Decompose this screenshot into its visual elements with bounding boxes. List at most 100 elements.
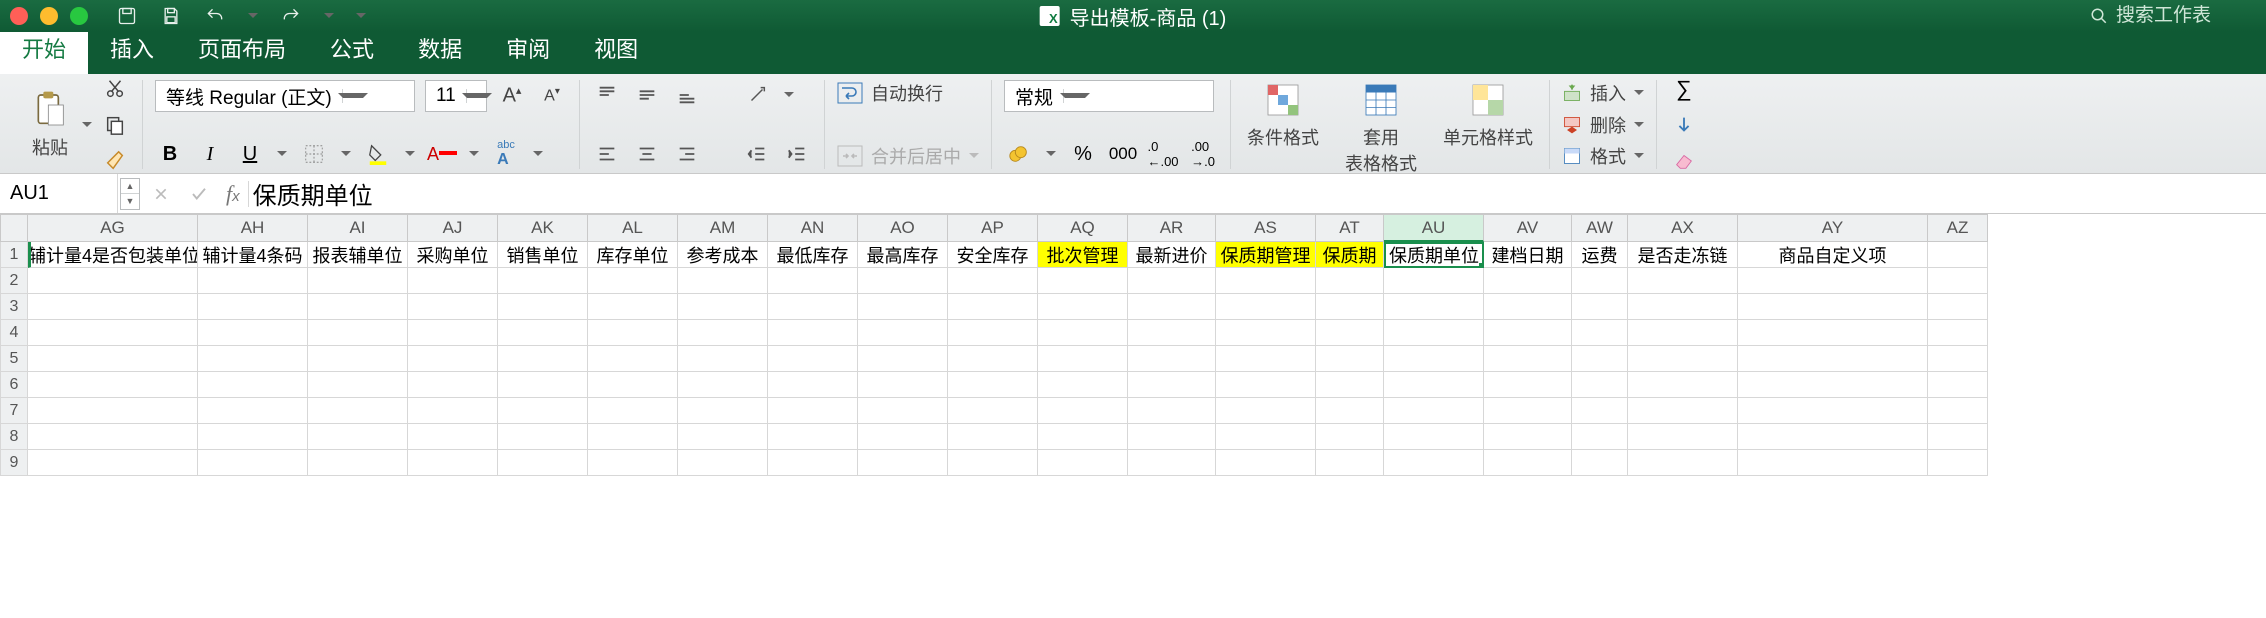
cell[interactable] xyxy=(198,268,308,294)
cell-styles-button[interactable]: 单元格样式 xyxy=(1439,80,1537,150)
bold-button[interactable]: B xyxy=(155,139,185,169)
undo-icon[interactable] xyxy=(204,5,226,27)
paste-dropdown[interactable] xyxy=(80,110,94,140)
column-header[interactable]: AS xyxy=(1216,214,1316,242)
cell[interactable]: 保质期 xyxy=(1316,242,1384,268)
cell[interactable] xyxy=(948,372,1038,398)
cell[interactable] xyxy=(1628,294,1738,320)
cell[interactable] xyxy=(858,398,948,424)
cell[interactable] xyxy=(408,294,498,320)
cell[interactable] xyxy=(28,450,198,476)
cell[interactable] xyxy=(1216,450,1316,476)
cell[interactable] xyxy=(1216,268,1316,294)
cell[interactable] xyxy=(198,346,308,372)
cell[interactable] xyxy=(1038,424,1128,450)
cell[interactable] xyxy=(948,320,1038,346)
cell[interactable] xyxy=(1128,294,1216,320)
orientation-dropdown[interactable] xyxy=(782,80,796,110)
insert-cells-button[interactable]: 插入 xyxy=(1562,80,1644,106)
cell[interactable] xyxy=(768,424,858,450)
align-middle-button[interactable] xyxy=(632,80,662,110)
row-header[interactable]: 5 xyxy=(0,346,28,372)
cell[interactable] xyxy=(1928,320,1988,346)
increase-font-button[interactable]: A▴ xyxy=(497,81,527,111)
merge-center-button[interactable]: 合并后居中 xyxy=(837,143,979,169)
underline-button[interactable]: U xyxy=(235,139,265,169)
cell[interactable] xyxy=(678,320,768,346)
cell[interactable] xyxy=(1484,320,1572,346)
cell[interactable] xyxy=(1038,320,1128,346)
cell[interactable] xyxy=(1928,268,1988,294)
align-left-button[interactable] xyxy=(592,139,622,169)
cell[interactable] xyxy=(1572,372,1628,398)
cell[interactable]: 最高库存 xyxy=(858,242,948,268)
cell[interactable] xyxy=(948,450,1038,476)
cell[interactable] xyxy=(588,320,678,346)
cell[interactable] xyxy=(768,268,858,294)
cell[interactable] xyxy=(768,294,858,320)
cell[interactable] xyxy=(1572,268,1628,294)
cell[interactable] xyxy=(408,450,498,476)
cell[interactable] xyxy=(678,372,768,398)
clear-button[interactable] xyxy=(1669,146,1699,176)
column-header[interactable]: AK xyxy=(498,214,588,242)
comma-style-button[interactable]: 000 xyxy=(1108,139,1138,169)
fill-color-button[interactable] xyxy=(363,139,393,169)
fx-icon[interactable]: fx xyxy=(218,181,248,207)
minimize-window-button[interactable] xyxy=(40,7,58,25)
cell[interactable] xyxy=(1484,346,1572,372)
cell[interactable]: 建档日期 xyxy=(1484,242,1572,268)
cell[interactable] xyxy=(1928,346,1988,372)
redo-icon[interactable] xyxy=(280,5,302,27)
cell[interactable] xyxy=(1384,372,1484,398)
cell[interactable] xyxy=(1628,450,1738,476)
cell[interactable] xyxy=(858,424,948,450)
column-header[interactable]: AH xyxy=(198,214,308,242)
format-cells-button[interactable]: 格式 xyxy=(1562,143,1644,169)
cell[interactable] xyxy=(1572,424,1628,450)
cell[interactable] xyxy=(948,424,1038,450)
italic-button[interactable]: I xyxy=(195,139,225,169)
cell[interactable] xyxy=(858,372,948,398)
cell[interactable] xyxy=(1038,450,1128,476)
font-color-dropdown[interactable] xyxy=(467,139,481,169)
cell[interactable] xyxy=(1216,320,1316,346)
cell[interactable] xyxy=(1038,372,1128,398)
cell[interactable] xyxy=(588,398,678,424)
fill-button[interactable] xyxy=(1669,110,1699,140)
cell[interactable]: 辅计量4是否包装单位 xyxy=(28,242,198,268)
cell[interactable] xyxy=(308,346,408,372)
cell[interactable] xyxy=(948,294,1038,320)
decrease-font-button[interactable]: A▾ xyxy=(537,81,567,111)
undo-dropdown[interactable] xyxy=(248,13,258,23)
cell[interactable] xyxy=(678,450,768,476)
cell[interactable] xyxy=(28,398,198,424)
cell[interactable] xyxy=(1738,320,1928,346)
column-header[interactable]: AJ xyxy=(408,214,498,242)
cell[interactable] xyxy=(948,346,1038,372)
cell[interactable] xyxy=(1738,294,1928,320)
format-as-table-button[interactable]: 套用 表格格式 xyxy=(1341,80,1421,176)
cell[interactable] xyxy=(768,372,858,398)
fill-color-dropdown[interactable] xyxy=(403,139,417,169)
sheet-search-input[interactable] xyxy=(2116,5,2256,27)
cell[interactable] xyxy=(198,320,308,346)
cell[interactable] xyxy=(858,268,948,294)
currency-dropdown[interactable] xyxy=(1044,139,1058,169)
column-header[interactable]: AR xyxy=(1128,214,1216,242)
cell[interactable] xyxy=(1484,268,1572,294)
delete-cells-button[interactable]: 删除 xyxy=(1562,112,1644,138)
cell[interactable] xyxy=(308,320,408,346)
cell[interactable]: 是否走冻链 xyxy=(1628,242,1738,268)
cell[interactable] xyxy=(1128,346,1216,372)
cell[interactable] xyxy=(1384,398,1484,424)
cell[interactable] xyxy=(1316,346,1384,372)
cell[interactable] xyxy=(1572,320,1628,346)
cell[interactable] xyxy=(1038,294,1128,320)
cell[interactable] xyxy=(858,320,948,346)
cell[interactable] xyxy=(498,398,588,424)
cell[interactable] xyxy=(1738,268,1928,294)
enter-formula-button[interactable] xyxy=(180,185,218,203)
cell[interactable] xyxy=(1316,424,1384,450)
column-header[interactable]: AL xyxy=(588,214,678,242)
